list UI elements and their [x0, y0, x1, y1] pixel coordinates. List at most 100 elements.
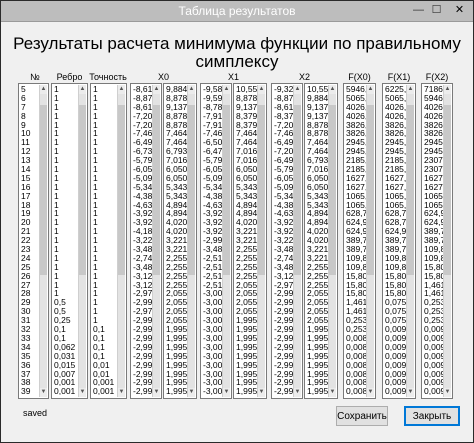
list-item[interactable]: -3,00 — [202, 387, 222, 396]
list-item[interactable]: -8,61 — [132, 103, 152, 112]
scroll-up-icon[interactable]: ▲ — [153, 85, 160, 94]
list-item[interactable]: -3,00 — [202, 289, 222, 298]
column-listbox[interactable]: 7186,95946,74026,14026,13826,13826,12945… — [421, 83, 453, 399]
list-item[interactable]: -3,48 — [132, 263, 152, 272]
list-item[interactable]: -2,99 — [132, 387, 152, 396]
list-item[interactable]: 0,001 — [53, 378, 78, 387]
list-item[interactable]: -3,00 — [202, 378, 222, 387]
list-item[interactable]: 2,055 — [235, 307, 257, 316]
list-item[interactable]: 1 — [53, 263, 78, 272]
list-item[interactable]: 3,221 — [165, 245, 187, 254]
list-item[interactable]: 0,0083 — [345, 370, 366, 379]
list-item[interactable]: -4,38 — [132, 192, 152, 201]
list-item[interactable]: 1,995 — [235, 361, 257, 370]
list-item[interactable]: -7,910 — [202, 121, 222, 130]
list-item[interactable]: 1 — [53, 209, 78, 218]
list-item[interactable]: 1,995 — [165, 361, 187, 370]
list-item[interactable]: 1 — [92, 165, 117, 174]
list-item[interactable]: 1 — [53, 147, 78, 156]
scrollbar[interactable]: ▲ ▼ — [366, 85, 374, 397]
list-item[interactable]: 5065,5 — [345, 94, 366, 103]
list-item[interactable]: 1 — [53, 174, 78, 183]
list-item[interactable]: -3,92 — [202, 218, 222, 227]
list-item[interactable]: 1,995 — [235, 334, 257, 343]
list-item[interactable]: 1,995 — [306, 334, 328, 343]
list-item[interactable]: 389,72 — [384, 236, 406, 245]
list-item[interactable]: 2,055 — [235, 289, 257, 298]
list-item[interactable]: 628,78 — [345, 209, 366, 218]
list-item[interactable]: 389,72 — [423, 236, 443, 245]
list-item[interactable]: 1 — [92, 307, 117, 316]
scroll-thumb[interactable] — [294, 105, 301, 275]
list-item[interactable]: -8,78 — [202, 103, 222, 112]
list-item[interactable]: 9,137 — [306, 112, 328, 121]
list-item[interactable]: 1,995 — [306, 343, 328, 352]
list-item[interactable]: 6,050 — [165, 165, 187, 174]
list-item[interactable]: -6,05 — [132, 165, 152, 174]
list-item[interactable]: 11 — [20, 138, 39, 147]
list-item[interactable]: 21 — [20, 227, 39, 236]
list-item[interactable]: 2945,9 — [423, 147, 443, 156]
list-item[interactable]: 1 — [92, 227, 117, 236]
list-item[interactable]: 1 — [92, 272, 117, 281]
scroll-down-icon[interactable]: ▼ — [258, 388, 265, 397]
list-item[interactable]: 1 — [53, 121, 78, 130]
list-item[interactable]: 1 — [92, 147, 117, 156]
list-item[interactable]: 36 — [20, 361, 39, 370]
list-item[interactable]: 624,92 — [423, 209, 443, 218]
scroll-down-icon[interactable]: ▼ — [153, 388, 160, 397]
list-item[interactable]: 1627,7 — [345, 174, 366, 183]
list-item[interactable]: 7186,9 — [423, 85, 443, 94]
list-item[interactable]: 4,894 — [235, 209, 257, 218]
list-item[interactable]: -3,00 — [202, 298, 222, 307]
list-item[interactable]: 3,221 — [165, 236, 187, 245]
list-item[interactable]: -3,92 — [132, 209, 152, 218]
list-item[interactable]: 5 — [20, 85, 39, 94]
list-item[interactable]: 2185,9 — [384, 165, 406, 174]
list-item[interactable]: -3,22 — [132, 236, 152, 245]
list-item[interactable]: -2,99 — [273, 325, 293, 334]
list-item[interactable]: 1065,7 — [345, 192, 366, 201]
list-item[interactable]: -3,92 — [202, 227, 222, 236]
list-item[interactable]: 7,464 — [165, 138, 187, 147]
list-item[interactable]: 1 — [53, 281, 78, 290]
list-item[interactable]: 1065,7 — [384, 192, 406, 201]
list-item[interactable]: 0,2537 — [345, 316, 366, 325]
list-item[interactable]: 0,015 — [53, 361, 78, 370]
column-listbox[interactable]: -8,61 -8,87 -8,61 -7,20 -7,20 -7,46 -6,49 -6,73… — [130, 83, 162, 399]
list-item[interactable]: 389,72 — [345, 245, 366, 254]
list-item[interactable]: 0,0090 — [384, 361, 406, 370]
list-item[interactable]: -3,00 — [202, 343, 222, 352]
list-item[interactable]: 5946,7 — [345, 85, 366, 94]
list-item[interactable]: 1,995 — [165, 325, 187, 334]
list-item[interactable]: -2,99 — [132, 361, 152, 370]
list-item[interactable]: -2,99 — [202, 236, 222, 245]
list-item[interactable]: 0,0090 — [384, 325, 406, 334]
list-item[interactable]: 0,0083 — [345, 378, 366, 387]
list-item[interactable]: 9,137 — [165, 103, 187, 112]
list-item[interactable]: 1 — [92, 129, 117, 138]
list-item[interactable]: 1627,7 — [384, 183, 406, 192]
list-item[interactable]: 2307,1 — [423, 165, 443, 174]
list-item[interactable]: 1,995 — [165, 352, 187, 361]
list-item[interactable]: 25 — [20, 263, 39, 272]
list-item[interactable]: 0,25 — [53, 316, 78, 325]
list-item[interactable]: 0,0759 — [384, 298, 406, 307]
list-item[interactable]: 0,0090 — [423, 334, 443, 343]
list-item[interactable]: 1 — [53, 103, 78, 112]
list-item[interactable]: 4026,1 — [384, 112, 406, 121]
list-item[interactable]: 4,894 — [165, 209, 187, 218]
list-item[interactable]: 5,343 — [165, 183, 187, 192]
list-item[interactable]: 6,793 — [165, 147, 187, 156]
list-item[interactable]: 4,020 — [306, 236, 328, 245]
list-item[interactable]: 24 — [20, 254, 39, 263]
list-item[interactable]: 1627,7 — [384, 174, 406, 183]
list-item[interactable]: -2,99 — [273, 378, 293, 387]
list-item[interactable]: 1 — [92, 183, 117, 192]
list-item[interactable]: 1 — [92, 316, 117, 325]
list-item[interactable]: 29 — [20, 298, 39, 307]
list-item[interactable]: 0,0759 — [384, 316, 406, 325]
column-listbox[interactable]: 9,884 8,878 9,137 8,878 8,878 7,464 7,464 6,793… — [163, 83, 197, 399]
list-item[interactable]: -3,00 — [202, 361, 222, 370]
list-item[interactable]: 1 — [53, 85, 78, 94]
